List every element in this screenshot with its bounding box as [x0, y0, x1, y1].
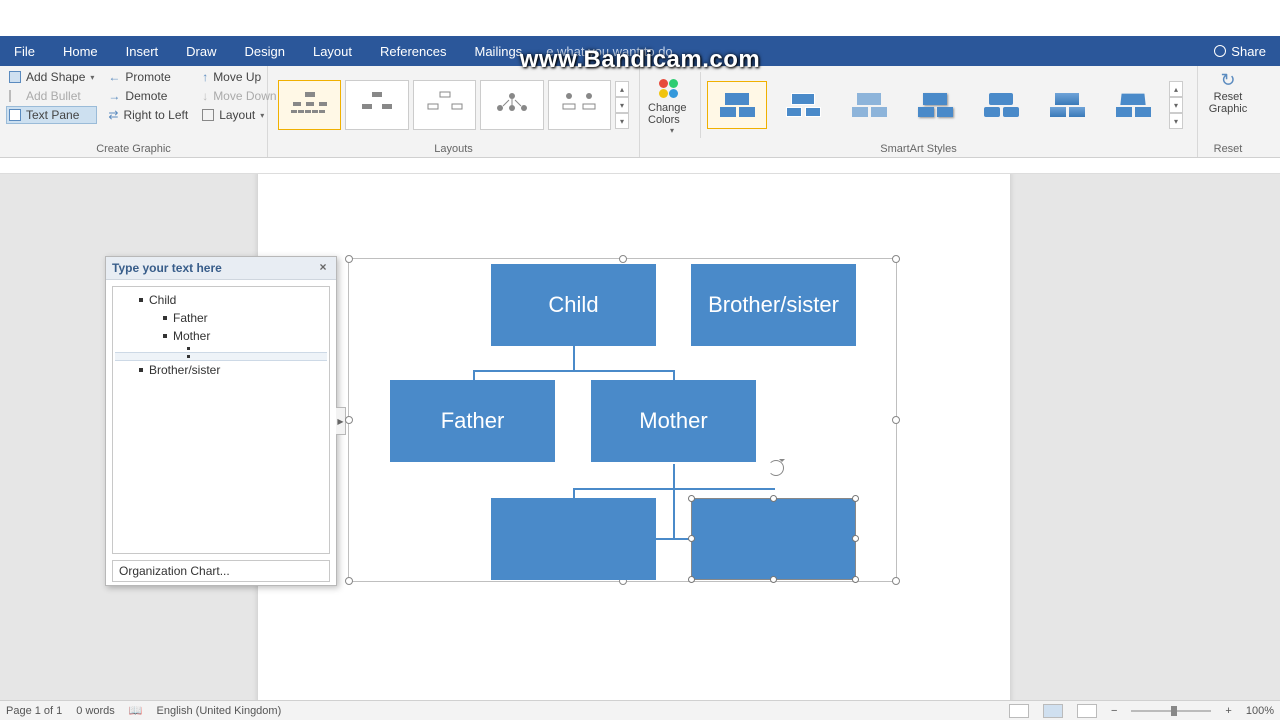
promote-button[interactable]: ←Promote: [105, 68, 191, 86]
node-blank-1[interactable]: [491, 498, 656, 580]
change-colors-button[interactable]: Change Colors▾: [646, 68, 698, 142]
arrow-right-icon: →: [108, 89, 120, 103]
node-mother[interactable]: Mother: [591, 380, 756, 462]
connector: [573, 488, 775, 490]
status-page[interactable]: Page 1 of 1: [6, 705, 62, 717]
layout-option-1[interactable]: [278, 80, 341, 130]
zoom-slider[interactable]: [1131, 710, 1211, 712]
group-create-graphic: Add Shape▾ Add Bullet Text Pane ←Promote…: [0, 66, 268, 157]
style-option-4[interactable]: [905, 81, 965, 129]
group-label: Create Graphic: [6, 142, 261, 157]
tab-draw[interactable]: Draw: [172, 36, 230, 66]
style-option-2[interactable]: [773, 81, 833, 129]
layout-icon: [202, 109, 214, 121]
group-label: Layouts: [274, 142, 633, 157]
tab-design[interactable]: Design: [231, 36, 299, 66]
arrow-left-icon: ←: [108, 70, 120, 84]
connector: [655, 538, 691, 540]
arrow-down-icon: ↓: [202, 89, 208, 103]
reset-icon: ↻: [1220, 70, 1235, 91]
list-item[interactable]: Child: [115, 291, 327, 309]
list-item[interactable]: [115, 345, 327, 352]
list-item[interactable]: Brother/sister: [115, 361, 327, 379]
node-sibling[interactable]: Brother/sister: [691, 264, 856, 346]
style-option-7[interactable]: [1103, 81, 1163, 129]
list-item[interactable]: Mother: [115, 327, 327, 345]
status-words[interactable]: 0 words: [76, 705, 115, 717]
title-bar: [0, 0, 1280, 36]
connector: [473, 370, 675, 372]
style-option-6[interactable]: [1037, 81, 1097, 129]
tab-mailings[interactable]: Mailings: [461, 36, 537, 66]
tab-references[interactable]: References: [366, 36, 460, 66]
group-label: SmartArt Styles: [646, 142, 1191, 157]
text-pane-list[interactable]: Child Father Mother Brother/sister: [112, 286, 330, 554]
rtl-button[interactable]: ⇄Right to Left: [105, 106, 191, 124]
node-child[interactable]: Child: [491, 264, 656, 346]
text-pane-button[interactable]: Text Pane: [6, 106, 97, 124]
document-canvas[interactable]: Type your text here × Child Father Mothe…: [0, 174, 1280, 700]
person-icon: [1214, 45, 1226, 57]
text-pane-header: Type your text here ×: [106, 257, 336, 280]
zoom-level[interactable]: 100%: [1246, 705, 1274, 717]
colors-icon: [659, 79, 685, 99]
list-item[interactable]: Father: [115, 309, 327, 327]
ribbon: Add Shape▾ Add Bullet Text Pane ←Promote…: [0, 66, 1280, 158]
share-button[interactable]: Share: [1200, 36, 1280, 66]
layout-option-3[interactable]: [413, 80, 476, 130]
connector: [573, 346, 575, 370]
layout-option-4[interactable]: [480, 80, 543, 130]
style-option-3[interactable]: [839, 81, 899, 129]
view-read-button[interactable]: [1009, 704, 1029, 718]
add-bullet-button: Add Bullet: [6, 87, 97, 105]
connector: [673, 370, 675, 380]
group-reset: ↻ ResetGraphic Reset: [1198, 66, 1258, 157]
group-styles: Change Colors▾ ▴▾▾ SmartArt Styles: [640, 66, 1198, 157]
tab-file[interactable]: File: [0, 36, 49, 66]
layout-option-2[interactable]: [345, 80, 408, 130]
styles-gallery-scroll[interactable]: ▴▾▾: [1169, 81, 1183, 129]
reset-graphic-button[interactable]: ↻ ResetGraphic: [1204, 68, 1252, 115]
status-bar: Page 1 of 1 0 words 📖 English (United Ki…: [0, 700, 1280, 720]
node-father[interactable]: Father: [390, 380, 555, 462]
node-blank-2-selected[interactable]: [691, 498, 856, 580]
connector: [673, 464, 675, 540]
tell-me-search[interactable]: e what you want to do: [536, 36, 1200, 66]
close-icon[interactable]: ×: [316, 261, 330, 275]
tab-layout[interactable]: Layout: [299, 36, 366, 66]
smartart-text-pane: Type your text here × Child Father Mothe…: [105, 256, 337, 586]
group-layouts: ▴▾▾ Layouts: [268, 66, 640, 157]
zoom-in-button[interactable]: +: [1225, 705, 1231, 717]
text-pane-icon: [9, 109, 21, 121]
layouts-gallery-scroll[interactable]: ▴▾▾: [615, 81, 629, 129]
layout-option-5[interactable]: [548, 80, 611, 130]
proofing-icon[interactable]: 📖: [129, 704, 143, 717]
tab-home[interactable]: Home: [49, 36, 112, 66]
zoom-out-button[interactable]: −: [1111, 705, 1117, 717]
share-label: Share: [1231, 44, 1266, 59]
ruler: [0, 158, 1280, 174]
view-print-button[interactable]: [1043, 704, 1063, 718]
text-pane-title: Type your text here: [112, 261, 222, 275]
style-option-5[interactable]: [971, 81, 1031, 129]
style-option-1[interactable]: [707, 81, 767, 129]
add-shape-icon: [9, 71, 21, 83]
bullet-icon: [9, 90, 21, 102]
arrow-up-icon: ↑: [202, 70, 208, 84]
add-shape-button[interactable]: Add Shape▾: [6, 68, 97, 86]
view-web-button[interactable]: [1077, 704, 1097, 718]
text-pane-footer[interactable]: Organization Chart...: [112, 560, 330, 582]
rotate-handle-icon[interactable]: [768, 460, 784, 476]
demote-button[interactable]: →Demote: [105, 87, 191, 105]
group-label: Reset: [1204, 142, 1252, 157]
list-item-selected[interactable]: [115, 352, 327, 361]
connector: [473, 370, 475, 380]
rtl-icon: ⇄: [108, 108, 118, 122]
tab-insert[interactable]: Insert: [112, 36, 173, 66]
ribbon-tabs: File Home Insert Draw Design Layout Refe…: [0, 36, 1280, 66]
status-language[interactable]: English (United Kingdom): [157, 705, 282, 717]
